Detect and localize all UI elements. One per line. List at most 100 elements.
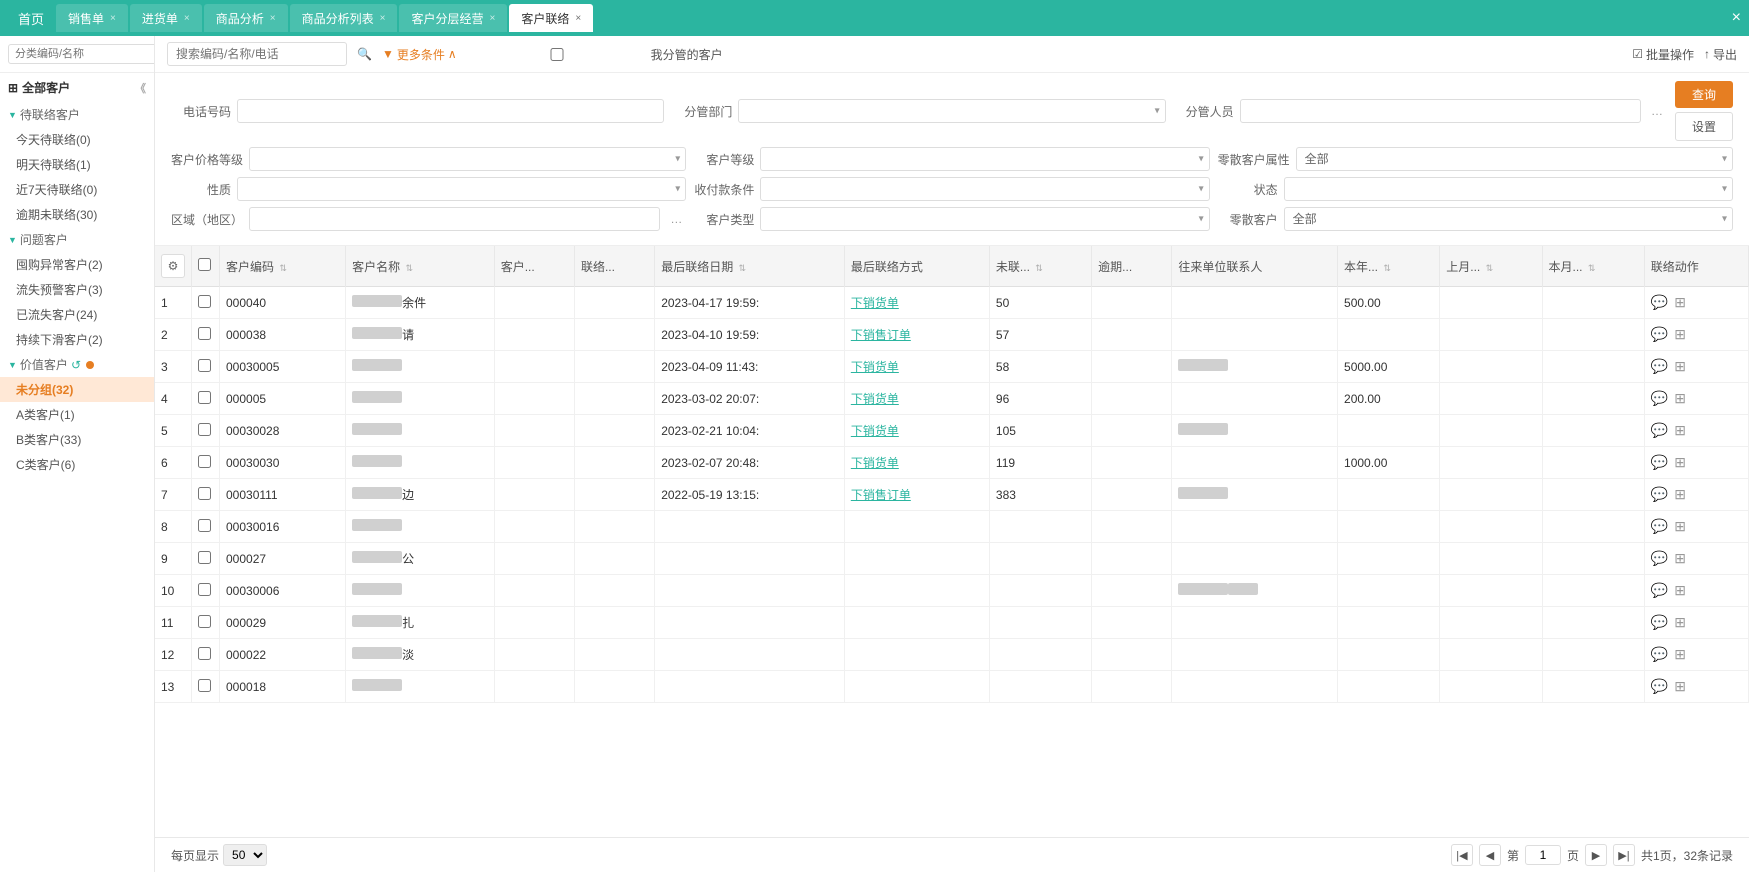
sidebar-item-ungroup[interactable]: 未分组(32) (0, 377, 154, 402)
batch-ops-btn[interactable]: ☑ 批量操作 (1632, 46, 1694, 63)
more-conditions-btn[interactable]: ▼ 更多条件 ∧ (382, 46, 457, 63)
cust-level-select[interactable] (760, 147, 1209, 171)
query-btn[interactable]: 查询 (1675, 81, 1733, 108)
method-link[interactable]: 下销货单 (851, 424, 899, 438)
method-link[interactable]: 下销售订单 (851, 328, 911, 342)
tab-purchase[interactable]: 进货单 × (130, 4, 202, 32)
col-no-contact[interactable]: 未联... ⇅ (989, 246, 1091, 287)
region-input[interactable] (249, 207, 660, 231)
row-checkbox[interactable] (198, 359, 211, 372)
grid-action-icon[interactable]: ⊞ (1674, 678, 1686, 695)
cell-last-method[interactable]: 下销货单 (844, 447, 989, 479)
message-icon[interactable]: 💬 (1651, 550, 1668, 567)
sidebar-item-hoarding[interactable]: 囤购异常客户(2) (0, 252, 154, 277)
pending-group[interactable]: ▼ 待联络客户 (0, 102, 154, 127)
nature-select[interactable] (237, 177, 686, 201)
cell-checkbox[interactable] (192, 287, 220, 319)
message-icon[interactable]: 💬 (1651, 326, 1668, 343)
sidebar-item-churn-warn[interactable]: 流失预警客户(3) (0, 277, 154, 302)
row-checkbox[interactable] (198, 647, 211, 660)
col-last-date[interactable]: 最后联络日期 ⇅ (655, 246, 845, 287)
grid-action-icon[interactable]: ⊞ (1674, 582, 1686, 599)
my-customers-checkbox-label[interactable]: 我分管的客户 (467, 46, 723, 63)
row-checkbox[interactable] (198, 327, 211, 340)
grid-action-icon[interactable]: ⊞ (1674, 390, 1686, 407)
col-code[interactable]: 客户编码 ⇅ (220, 246, 346, 287)
row-checkbox[interactable] (198, 583, 211, 596)
all-customers-header[interactable]: ⊞ 全部客户 《 (0, 73, 154, 102)
grid-action-icon[interactable]: ⊞ (1674, 358, 1686, 375)
cell-checkbox[interactable] (192, 543, 220, 575)
col-contact[interactable]: 联络... (574, 246, 654, 287)
close-icon[interactable]: × (489, 13, 495, 24)
prev-page-btn[interactable]: ◀ (1479, 844, 1501, 866)
tab-customer-tier[interactable]: 客户分层经营 × (399, 4, 507, 32)
row-checkbox[interactable] (198, 615, 211, 628)
row-checkbox[interactable] (198, 455, 211, 468)
message-icon[interactable]: 💬 (1651, 422, 1668, 439)
method-link[interactable]: 下销货单 (851, 360, 899, 374)
retail-attr-select[interactable]: 全部 (1296, 147, 1733, 171)
cell-checkbox[interactable] (192, 447, 220, 479)
export-btn[interactable]: ↑ 导出 (1704, 46, 1737, 63)
sidebar-item-today[interactable]: 今天待联络(0) (0, 127, 154, 152)
cell-checkbox[interactable] (192, 319, 220, 351)
my-customers-checkbox[interactable] (467, 48, 647, 61)
sidebar-search-input[interactable] (8, 44, 155, 64)
message-icon[interactable]: 💬 (1651, 678, 1668, 695)
sidebar-item-c-class[interactable]: C类客户(6) (0, 452, 154, 477)
cust-type-select[interactable] (760, 207, 1209, 231)
row-checkbox[interactable] (198, 487, 211, 500)
next-page-btn[interactable]: ▶ (1585, 844, 1607, 866)
method-link[interactable]: 下销货单 (851, 392, 899, 406)
price-level-select[interactable] (249, 147, 686, 171)
sidebar-item-b-class[interactable]: B类客户(33) (0, 427, 154, 452)
gear-btn[interactable]: ⚙ (161, 254, 185, 278)
close-icon[interactable]: × (184, 13, 190, 24)
sidebar-item-7days[interactable]: 近7天待联络(0) (0, 177, 154, 202)
cell-last-method[interactable] (844, 671, 989, 703)
sidebar-item-a-class[interactable]: A类客户(1) (0, 402, 154, 427)
nav-home[interactable]: 首页 (8, 9, 54, 28)
search-icon[interactable]: 🔍 (357, 47, 372, 61)
cell-checkbox[interactable] (192, 383, 220, 415)
col-type[interactable]: 客户... (494, 246, 574, 287)
sidebar-item-churned[interactable]: 已流失客户(24) (0, 302, 154, 327)
cell-checkbox[interactable] (192, 575, 220, 607)
page-input[interactable] (1525, 845, 1561, 865)
problem-group[interactable]: ▼ 问题客户 (0, 227, 154, 252)
first-page-btn[interactable]: |◀ (1451, 844, 1473, 866)
payment-select[interactable] (760, 177, 1209, 201)
grid-action-icon[interactable]: ⊞ (1674, 422, 1686, 439)
cell-last-method[interactable]: 下销货单 (844, 351, 989, 383)
col-checkbox[interactable] (192, 246, 220, 287)
col-this-month[interactable]: 本月... ⇅ (1542, 246, 1644, 287)
cell-last-method[interactable]: 下销货单 (844, 287, 989, 319)
dept-select[interactable] (738, 99, 1165, 123)
row-checkbox[interactable] (198, 519, 211, 532)
cell-last-method[interactable] (844, 543, 989, 575)
message-icon[interactable]: 💬 (1651, 518, 1668, 535)
cell-checkbox[interactable] (192, 639, 220, 671)
close-icon[interactable]: × (575, 13, 581, 24)
close-icon[interactable]: × (380, 13, 386, 24)
close-window-icon[interactable]: × (1732, 9, 1741, 27)
cell-checkbox[interactable] (192, 351, 220, 383)
col-this-year[interactable]: 本年... ⇅ (1338, 246, 1440, 287)
message-icon[interactable]: 💬 (1651, 358, 1668, 375)
tab-sales[interactable]: 销售单 × (56, 4, 128, 32)
grid-action-icon[interactable]: ⊞ (1674, 326, 1686, 343)
cell-last-method[interactable]: 下销货单 (844, 383, 989, 415)
row-checkbox[interactable] (198, 679, 211, 692)
cell-checkbox[interactable] (192, 479, 220, 511)
col-unit-contact[interactable]: 往来单位联系人 (1172, 246, 1338, 287)
cell-checkbox[interactable] (192, 511, 220, 543)
grid-action-icon[interactable]: ⊞ (1674, 486, 1686, 503)
tab-analysis-list[interactable]: 商品分析列表 × (290, 4, 398, 32)
row-checkbox[interactable] (198, 295, 211, 308)
sidebar-item-declining[interactable]: 持续下滑客户(2) (0, 327, 154, 352)
method-link[interactable]: 下销售订单 (851, 488, 911, 502)
close-icon[interactable]: × (270, 13, 276, 24)
message-icon[interactable]: 💬 (1651, 646, 1668, 663)
col-gear[interactable]: ⚙ (155, 246, 192, 287)
